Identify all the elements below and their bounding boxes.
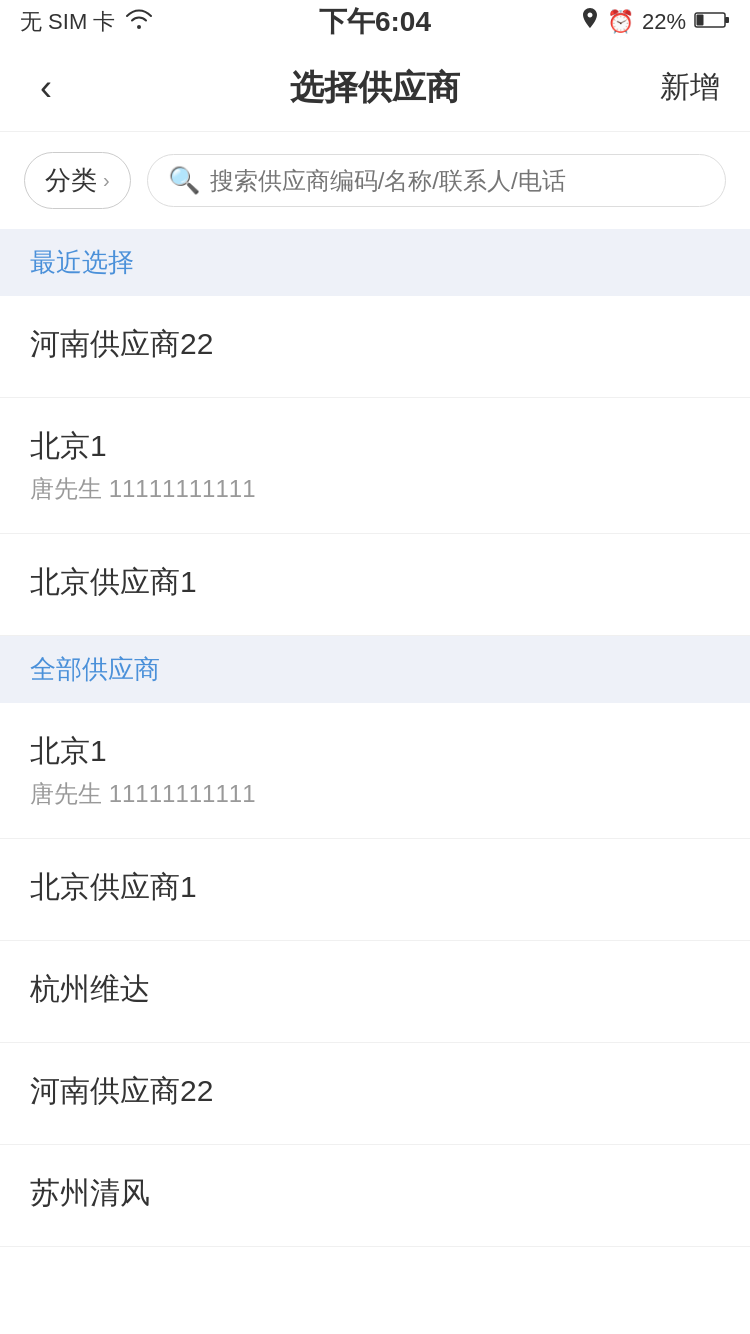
carrier-label: 无 SIM 卡	[20, 7, 115, 37]
chevron-right-icon: ›	[103, 169, 110, 192]
category-button[interactable]: 分类 ›	[24, 152, 131, 209]
list-item[interactable]: 苏州清风	[0, 1145, 750, 1247]
recent-list: 河南供应商22 北京1 唐先生 11111111111 北京供应商1	[0, 296, 750, 636]
back-icon: ‹	[40, 67, 52, 108]
item-detail: 唐先生 11111111111	[30, 473, 720, 505]
wifi-icon	[125, 9, 153, 35]
list-item[interactable]: 北京1 唐先生 11111111111	[0, 703, 750, 839]
item-detail: 唐先生 11111111111	[30, 778, 720, 810]
battery-icon	[694, 9, 730, 35]
alarm-icon: ⏰	[607, 9, 634, 35]
item-name: 北京供应商1	[30, 867, 720, 908]
add-button[interactable]: 新增	[660, 67, 720, 108]
status-left: 无 SIM 卡	[20, 7, 153, 37]
all-section-label: 全部供应商	[30, 654, 160, 684]
item-name: 苏州清风	[30, 1173, 720, 1214]
list-item[interactable]: 北京1 唐先生 11111111111	[0, 398, 750, 534]
battery-label: 22%	[642, 9, 686, 35]
recent-section-label: 最近选择	[30, 247, 134, 277]
category-label: 分类	[45, 163, 97, 198]
list-item[interactable]: 北京供应商1	[0, 839, 750, 941]
status-bar: 无 SIM 卡 下午6:04 ⏰ 22%	[0, 0, 750, 44]
list-item[interactable]: 河南供应商22	[0, 1043, 750, 1145]
location-icon	[581, 8, 599, 36]
search-icon: 🔍	[168, 165, 200, 196]
all-list: 北京1 唐先生 11111111111 北京供应商1 杭州维达河南供应商22 苏州清风	[0, 703, 750, 1247]
item-name: 河南供应商22	[30, 1071, 720, 1112]
page-title: 选择供应商	[290, 65, 460, 111]
svg-rect-2	[697, 15, 704, 26]
nav-bar: ‹ 选择供应商 新增	[0, 44, 750, 132]
list-item[interactable]: 北京供应商1	[0, 534, 750, 636]
list-item[interactable]: 杭州维达	[0, 941, 750, 1043]
item-name: 河南供应商22	[30, 324, 720, 365]
filter-bar: 分类 › 🔍	[0, 132, 750, 229]
search-input[interactable]	[210, 167, 705, 195]
item-name: 北京1	[30, 426, 720, 467]
list-item[interactable]: 河南供应商22	[0, 296, 750, 398]
status-time: 下午6:04	[319, 3, 431, 41]
svg-rect-1	[725, 17, 729, 23]
all-section-header: 全部供应商	[0, 636, 750, 703]
item-name: 北京1	[30, 731, 720, 772]
recent-section-header: 最近选择	[0, 229, 750, 296]
status-right: ⏰ 22%	[581, 8, 730, 36]
back-button[interactable]: ‹	[30, 57, 62, 119]
item-name: 杭州维达	[30, 969, 720, 1010]
search-box[interactable]: 🔍	[147, 154, 726, 207]
item-name: 北京供应商1	[30, 562, 720, 603]
